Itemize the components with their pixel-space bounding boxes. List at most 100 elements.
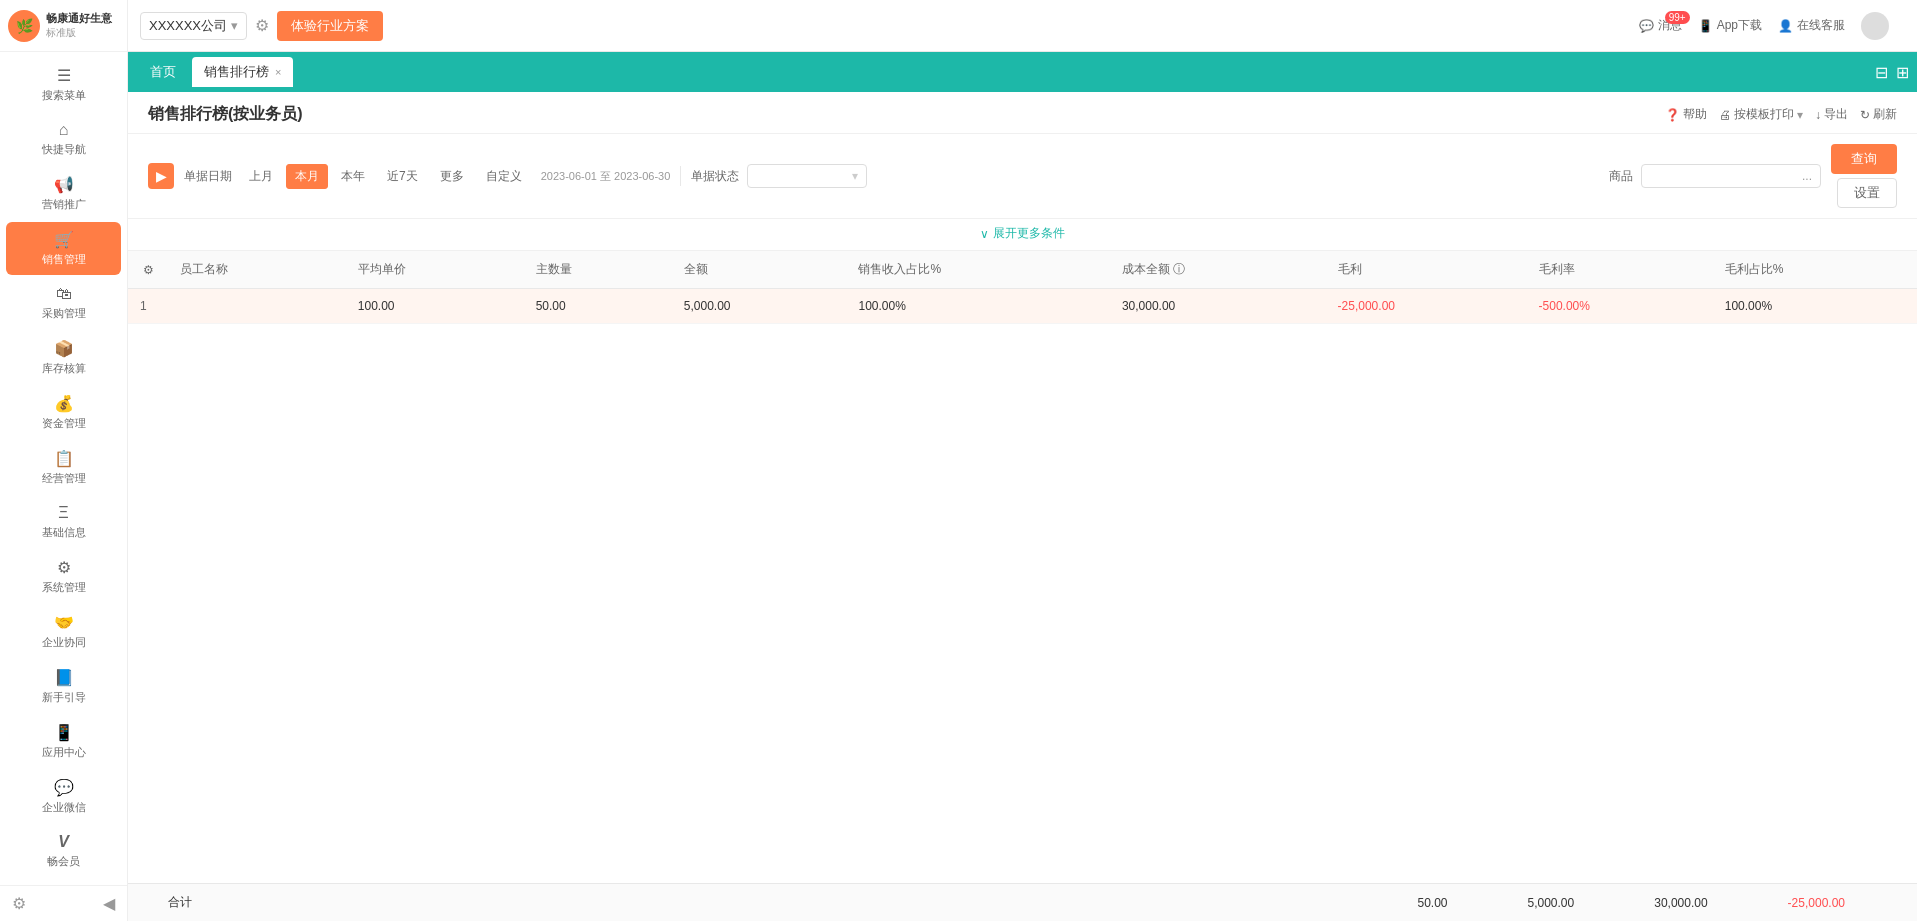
logo-icon: 🌿 [8, 10, 40, 42]
cell-avg-price: 100.00 [346, 289, 524, 324]
sidebar-item-marketing[interactable]: 📢 营销推广 [6, 167, 121, 220]
footer-collapse-icon[interactable]: ◀ [103, 894, 115, 913]
date-buttons: 上月 本月 本年 近7天 更多 自定义 [240, 164, 531, 189]
th-qty: 主数量 [524, 251, 672, 289]
app-download-button[interactable]: 📱 App下载 [1698, 17, 1762, 34]
date-btn-last-month[interactable]: 上月 [240, 164, 282, 189]
avatar[interactable] [1861, 12, 1889, 40]
system-icon: ⚙ [57, 558, 71, 577]
print-dropdown-icon: ▾ [1797, 108, 1803, 122]
cell-amount: 5,000.00 [672, 289, 847, 324]
cell-profit: -25,000.00 [1326, 289, 1527, 324]
marketing-icon: 📢 [54, 175, 74, 194]
export-button[interactable]: ↓ 导出 [1815, 106, 1848, 123]
table-header-row: ⚙ 员工名称 平均单价 主数量 全额 销售收入占比% 成本全额 ⓘ 毛利 毛利率… [128, 251, 1917, 289]
filter-separator-1 [680, 166, 681, 186]
tab-home[interactable]: 首页 [136, 57, 190, 87]
title-actions: ❓ 帮助 🖨 按模板打印 ▾ ↓ 导出 ↻ 刷新 [1665, 106, 1897, 123]
message-button[interactable]: 💬 消息 99+ [1639, 17, 1682, 34]
company-selector[interactable]: XXXXXX公司 ▾ [140, 12, 247, 40]
message-icon: 💬 [1639, 19, 1654, 33]
cell-sales-pct: 100.00% [846, 289, 1109, 324]
refresh-icon: ↻ [1860, 108, 1870, 122]
tab-minimize-button[interactable]: ⊟ [1875, 63, 1888, 82]
footer-profit: -25,000.00 [1788, 896, 1845, 910]
goods-more-icon[interactable]: ... [1802, 169, 1812, 183]
sidebar-item-guide[interactable]: 📘 新手引导 [6, 660, 121, 713]
table-footer: 合计 50.00 5,000.00 30,000.00 -25,000.00 [128, 883, 1917, 921]
filter-toggle-arrow[interactable]: ▶ [148, 163, 174, 189]
export-icon: ↓ [1815, 108, 1821, 122]
th-profit-rate: 毛利率 [1527, 251, 1713, 289]
sidebar-item-member[interactable]: V 畅会员 [6, 825, 121, 877]
trial-button[interactable]: 体验行业方案 [277, 11, 383, 41]
sidebar-item-purchase[interactable]: 🛍 采购管理 [6, 277, 121, 329]
footer-total-label: 合计 [140, 894, 192, 911]
date-btn-7days[interactable]: 近7天 [378, 164, 427, 189]
tab-sales-ranking[interactable]: 销售排行榜 × [192, 57, 293, 87]
sidebar-item-shortcuts[interactable]: ⌂ 快捷导航 [6, 113, 121, 165]
sidebar-item-sales[interactable]: 🛒 销售管理 [6, 222, 121, 275]
tab-close-icon[interactable]: × [275, 66, 281, 78]
tab-bar: 首页 销售排行榜 × ⊟ ⊞ [128, 52, 1917, 92]
help-button[interactable]: ❓ 帮助 [1665, 106, 1707, 123]
date-btn-this-month[interactable]: 本月 [286, 164, 328, 189]
query-button[interactable]: 查询 [1831, 144, 1897, 174]
data-table: ⚙ 员工名称 平均单价 主数量 全额 销售收入占比% 成本全额 ⓘ 毛利 毛利率… [128, 251, 1917, 324]
sidebar-item-basic[interactable]: Ξ 基础信息 [6, 496, 121, 548]
footer-settings-icon[interactable]: ⚙ [12, 894, 26, 913]
settings-button[interactable]: 设置 [1837, 178, 1897, 208]
wechat-icon: 💬 [54, 778, 74, 797]
th-amount: 全额 [672, 251, 847, 289]
logo-text: 畅康通好生意 标准版 [46, 11, 112, 40]
operation-icon: 📋 [54, 449, 74, 468]
header-right: 💬 消息 99+ 📱 App下载 👤 在线客服 [1639, 12, 1905, 40]
th-sales-pct: 销售收入占比% [846, 251, 1109, 289]
th-cost: 成本全额 ⓘ [1110, 251, 1326, 289]
refresh-button[interactable]: ↻ 刷新 [1860, 106, 1897, 123]
sidebar-item-inventory[interactable]: 📦 库存核算 [6, 331, 121, 384]
th-employee-name: 员工名称 [168, 251, 346, 289]
goods-input[interactable]: ... [1641, 164, 1821, 188]
help-icon: ❓ [1665, 108, 1680, 122]
home-icon: ⌂ [59, 121, 69, 139]
status-dropdown-icon: ▾ [852, 169, 858, 183]
th-avg-price: 平均单价 [346, 251, 524, 289]
cell-qty: 50.00 [524, 289, 672, 324]
table-row: 1 100.00 50.00 5,000.00 100.00% 30,000.0… [128, 289, 1917, 324]
finance-icon: 💰 [54, 394, 74, 413]
cell-employee-name [168, 289, 346, 324]
sidebar-item-system[interactable]: ⚙ 系统管理 [6, 550, 121, 603]
status-select[interactable]: ▾ [747, 164, 867, 188]
date-btn-more[interactable]: 更多 [431, 164, 473, 189]
sidebar-item-operation[interactable]: 📋 经营管理 [6, 441, 121, 494]
sidebar-item-finance[interactable]: 💰 资金管理 [6, 386, 121, 439]
th-profit: 毛利 [1326, 251, 1527, 289]
sidebar-item-wechat[interactable]: 💬 企业微信 [6, 770, 121, 823]
query-btn-group: 查询 设置 [1831, 144, 1897, 208]
cell-cost: 30,000.00 [1110, 289, 1326, 324]
sidebar-nav: ☰ 搜索菜单 ⌂ 快捷导航 📢 营销推广 🛒 销售管理 🛍 采购管理 📦 库存核… [0, 52, 127, 885]
service-icon: 👤 [1778, 19, 1793, 33]
print-button[interactable]: 🖨 按模板打印 ▾ [1719, 106, 1803, 123]
th-settings[interactable]: ⚙ [128, 251, 168, 289]
sales-icon: 🛒 [54, 230, 74, 249]
inventory-icon: 📦 [54, 339, 74, 358]
online-service-button[interactable]: 👤 在线客服 [1778, 17, 1845, 34]
filter-bar: ▶ 单据日期 上月 本月 本年 近7天 更多 自定义 2023-06-01 至 … [128, 134, 1917, 219]
cell-profit-pct: 100.00% [1713, 289, 1917, 324]
data-table-container: ⚙ 员工名称 平均单价 主数量 全额 销售收入占比% 成本全额 ⓘ 毛利 毛利率… [128, 251, 1917, 883]
guide-icon: 📘 [54, 668, 74, 687]
date-btn-this-year[interactable]: 本年 [332, 164, 374, 189]
date-btn-custom[interactable]: 自定义 [477, 164, 531, 189]
tab-expand-button[interactable]: ⊞ [1896, 63, 1909, 82]
sidebar-item-apps[interactable]: 📱 应用中心 [6, 715, 121, 768]
logo-area: 🌿 畅康通好生意 标准版 [0, 0, 127, 52]
sidebar-item-search[interactable]: ☰ 搜索菜单 [6, 58, 121, 111]
basic-icon: Ξ [58, 504, 68, 522]
date-range-display: 2023-06-01 至 2023-06-30 [541, 169, 671, 184]
sidebar-item-collab[interactable]: 🤝 企业协同 [6, 605, 121, 658]
footer-qty: 50.00 [1417, 896, 1447, 910]
settings-gear-icon[interactable]: ⚙ [255, 16, 269, 35]
expand-conditions-button[interactable]: ∨ 展开更多条件 [980, 225, 1065, 242]
